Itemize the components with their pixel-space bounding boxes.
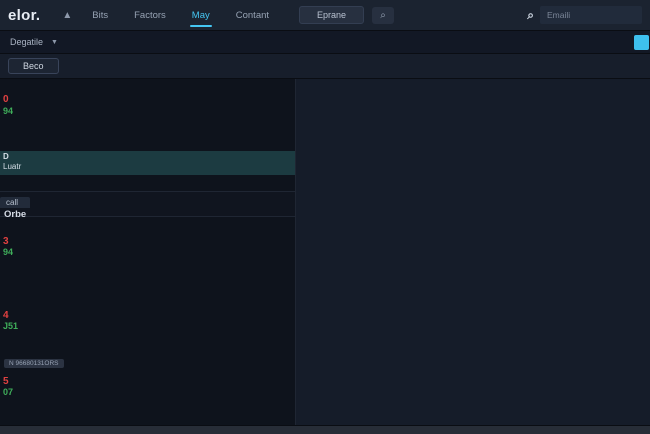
- nav-items: Bits Factors May Contant: [92, 0, 269, 30]
- chart2-price-green: 94: [3, 247, 14, 257]
- watchlist-panel: [296, 79, 650, 425]
- band-label: Luatr: [3, 162, 22, 171]
- warning-icon: ▲: [62, 9, 73, 21]
- top-nav: elor. ▲ Bits Factors May Contant Eprane ⌕ ⌕…: [0, 0, 650, 31]
- chart1-band: D Luatr: [0, 151, 295, 175]
- chart4-header: N 96680131ORS: [0, 359, 295, 371]
- global-search[interactable]: ⌕ Emaili: [527, 6, 642, 24]
- chart3-price-red: 4: [3, 310, 9, 321]
- dropdown-label: Degatile: [10, 37, 44, 47]
- chart-panel-1: 0 94 D Luatr: [0, 79, 295, 191]
- section-tab[interactable]: call: [0, 197, 31, 208]
- chart-panel-4: 5 07: [0, 371, 295, 427]
- chart1-price-green: 94: [3, 106, 14, 116]
- nav-item-may[interactable]: May: [189, 0, 212, 30]
- chart4-chip[interactable]: N 96680131ORS: [4, 359, 64, 368]
- chart3-price-green: J51: [3, 321, 19, 331]
- search-icon-button[interactable]: ⌕: [372, 6, 395, 24]
- accent-action-button[interactable]: [634, 34, 649, 50]
- chart-panel-2: 3 94: [0, 217, 295, 289]
- eprane-button[interactable]: Eprane: [299, 6, 365, 24]
- charts-column: 0 94 D Luatr call Orbe 3 94 4 J51 N 9668…: [0, 79, 296, 425]
- beco-button[interactable]: Beco: [8, 58, 59, 74]
- line-chart-cyan-spiky: [0, 307, 295, 357]
- nav-item-contant[interactable]: Contant: [236, 0, 269, 30]
- stats-bar: Beco: [0, 54, 650, 79]
- band-label-top: D: [3, 152, 9, 161]
- search-input[interactable]: Emaili: [540, 6, 642, 24]
- line-chart-orange: [0, 155, 295, 171]
- symbol-dropdown[interactable]: Degatile ▼: [0, 37, 68, 47]
- chart4-price-red: 5: [3, 376, 9, 387]
- search-icon: ⌕: [527, 7, 534, 22]
- main-content: 0 94 D Luatr call Orbe 3 94 4 J51 N 9668…: [0, 79, 650, 425]
- chart4-price-green: 07: [3, 387, 14, 397]
- nav-item-bits[interactable]: Bits: [92, 0, 108, 30]
- chevron-down-icon: ▼: [51, 38, 58, 46]
- chart-section-header: call Orbe: [0, 191, 295, 220]
- chart2-price-red: 3: [3, 236, 9, 247]
- chart1-price-red: 0: [3, 94, 9, 105]
- line-chart-cyan-wavy: [0, 375, 295, 425]
- line-chart-red: [0, 93, 295, 149]
- line-chart-cyan-flat: [0, 247, 295, 285]
- trading-dashboard: elor. ▲ Bits Factors May Contant Eprane ⌕ ⌕…: [0, 0, 650, 434]
- chart-panel-3: 4 J51: [0, 289, 295, 359]
- toolbar: Degatile ▼: [0, 31, 650, 54]
- app-logo: elor.: [8, 6, 41, 24]
- search-icon: ⌕: [380, 9, 386, 21]
- nav-item-factors[interactable]: Factors: [134, 0, 166, 30]
